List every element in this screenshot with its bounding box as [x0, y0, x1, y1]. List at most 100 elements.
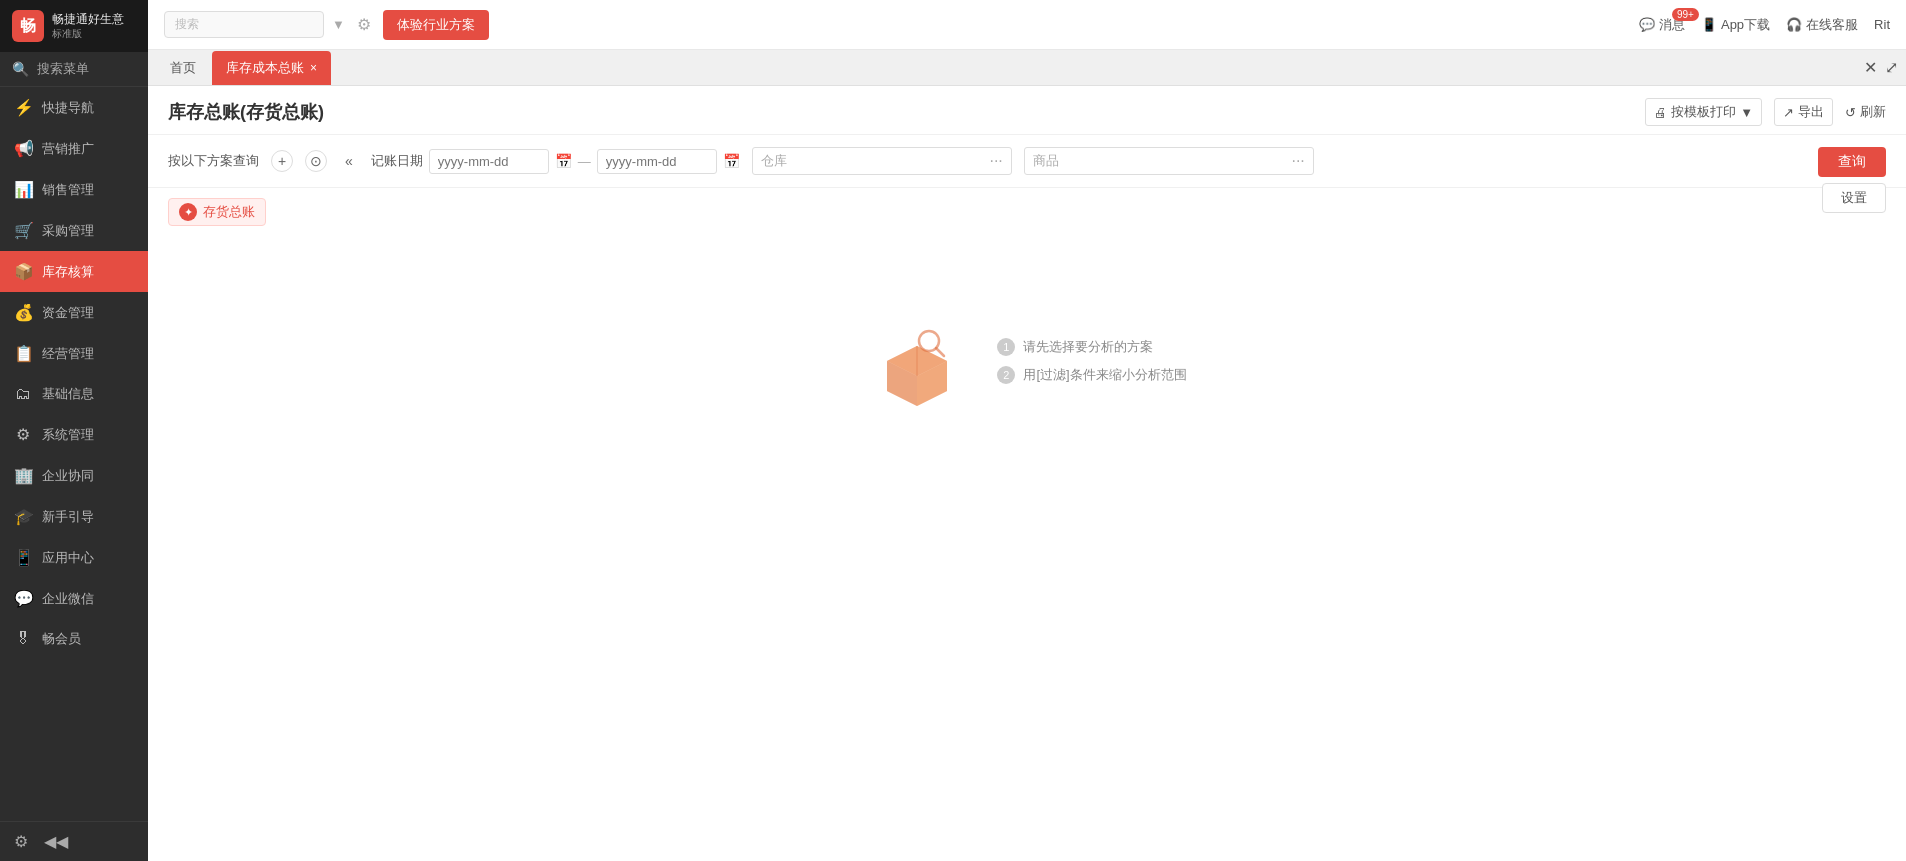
wechat-icon: 💬: [14, 589, 32, 608]
page-header: 库存总账(存货总账) 🖨 按模板打印 ▼ ↗ 导出 ↺ 刷新: [148, 86, 1906, 135]
empty-illustration: [867, 316, 967, 416]
export-label: 导出: [1798, 103, 1824, 121]
app-download-label: App下载: [1721, 16, 1770, 34]
empty-box-svg: [867, 316, 967, 416]
refresh-button[interactable]: ↺ 刷新: [1845, 103, 1886, 121]
sidebar-item-wechat[interactable]: 💬 企业微信: [0, 578, 148, 619]
logo-icon: 畅: [12, 10, 44, 42]
tab-home-label: 首页: [170, 59, 196, 77]
sidebar-item-quick-nav[interactable]: ⚡ 快捷导航: [0, 87, 148, 128]
phone-icon: 📱: [1701, 17, 1717, 32]
date-end-input[interactable]: [597, 149, 717, 174]
sidebar-collapse-icon[interactable]: ◀◀: [44, 832, 68, 851]
newbie-icon: 🎓: [14, 507, 32, 526]
tab-close-icon[interactable]: ×: [310, 61, 317, 75]
app-name: 畅捷通好生意: [52, 11, 124, 28]
sidebar-item-basic[interactable]: 🗂 基础信息: [0, 374, 148, 414]
product-label: 商品: [1033, 152, 1059, 170]
scheme-item[interactable]: ✦ 存货总账: [168, 198, 266, 226]
inventory-label: 库存核算: [42, 263, 94, 281]
date-filter-group: 记账日期 📅 — 📅: [371, 149, 740, 174]
finance-label: 资金管理: [42, 304, 94, 322]
topbar-online-service[interactable]: 🎧 在线客服: [1786, 16, 1858, 34]
topbar-search-area: 搜索 ▼ ⚙ 体验行业方案: [164, 10, 1639, 40]
tabbar: 首页 库存成本总账 × ✕ ⤢: [148, 50, 1906, 86]
scheme-icon: ✦: [179, 203, 197, 221]
topbar-dropdown-arrow[interactable]: ▼: [332, 17, 345, 32]
page-title: 库存总账(存货总账): [168, 100, 1645, 124]
calendar-end-icon[interactable]: 📅: [723, 153, 740, 169]
date-start-input[interactable]: [429, 149, 549, 174]
filter-bar: 按以下方案查询 + ⊙ « 记账日期 📅 — 📅 仓库 ··· 商品: [148, 135, 1906, 188]
panel-close-icon[interactable]: ✕: [1864, 58, 1877, 77]
purchase-icon: 🛒: [14, 221, 32, 240]
query-button[interactable]: 查询: [1818, 147, 1886, 177]
headset-icon: 🎧: [1786, 17, 1802, 32]
topbar-message-button[interactable]: 💬 消息 99+: [1639, 16, 1685, 34]
purchase-label: 采购管理: [42, 222, 94, 240]
wechat-label: 企业微信: [42, 590, 94, 608]
panel-resize-icon[interactable]: ⤢: [1885, 58, 1898, 77]
topbar: 搜索 ▼ ⚙ 体验行业方案 💬 消息 99+ 📱 App下载 🎧 在线客服 Ri…: [148, 0, 1906, 50]
export-icon: ↗: [1783, 105, 1794, 120]
scheme-name: 存货总账: [203, 203, 255, 221]
settings-button[interactable]: 设置: [1822, 183, 1886, 213]
topbar-user[interactable]: Rit: [1874, 17, 1890, 32]
topbar-app-download[interactable]: 📱 App下载: [1701, 16, 1770, 34]
sidebar-item-appstore[interactable]: 📱 应用中心: [0, 537, 148, 578]
app-logo: 畅 畅捷通好生意 标准版: [0, 0, 148, 52]
scheme-area: ✦ 存货总账: [148, 188, 1906, 236]
sidebar-search[interactable]: 🔍 搜索菜单: [0, 52, 148, 87]
filter-settings-button[interactable]: ⊙: [305, 150, 327, 172]
warehouse-select[interactable]: 仓库 ···: [752, 147, 1012, 175]
message-icon: 💬: [1639, 17, 1655, 32]
member-label: 畅会员: [42, 630, 81, 648]
search-icon: 🔍: [12, 61, 29, 77]
topbar-settings-icon[interactable]: ⚙: [357, 15, 371, 34]
tab-inventory-ledger[interactable]: 库存成本总账 ×: [212, 51, 331, 85]
sidebar-item-enterprise[interactable]: 🏢 企业协同: [0, 455, 148, 496]
inventory-icon: 📦: [14, 262, 32, 281]
page-header-actions: 🖨 按模板打印 ▼ ↗ 导出 ↺ 刷新: [1645, 98, 1886, 126]
system-icon: ⚙: [14, 425, 32, 444]
quick-nav-icon: ⚡: [14, 98, 32, 117]
warehouse-more-icon: ···: [989, 152, 1002, 170]
appstore-label: 应用中心: [42, 549, 94, 567]
member-icon: 🎖: [14, 630, 32, 648]
tab-home[interactable]: 首页: [156, 51, 210, 85]
sidebar-item-operation[interactable]: 📋 经营管理: [0, 333, 148, 374]
sidebar-item-purchase[interactable]: 🛒 采购管理: [0, 210, 148, 251]
empty-state-inner: 1 请先选择要分析的方案 2 用[过滤]条件来缩小分析范围: [867, 316, 1186, 416]
sidebar: 畅 畅捷通好生意 标准版 🔍 搜索菜单 ⚡ 快捷导航 📢 营销推广 📊 销售管理…: [0, 0, 148, 861]
sidebar-item-newbie[interactable]: 🎓 新手引导: [0, 496, 148, 537]
filter-label: 按以下方案查询: [168, 152, 259, 170]
sidebar-footer: ⚙ ◀◀: [0, 821, 148, 861]
calendar-start-icon[interactable]: 📅: [555, 153, 572, 169]
finance-icon: 💰: [14, 303, 32, 322]
product-more-icon: ···: [1291, 152, 1304, 170]
warehouse-label: 仓库: [761, 152, 787, 170]
sales-label: 销售管理: [42, 181, 94, 199]
sidebar-item-system[interactable]: ⚙ 系统管理: [0, 414, 148, 455]
print-icon: 🖨: [1654, 105, 1667, 120]
sidebar-item-finance[interactable]: 💰 资金管理: [0, 292, 148, 333]
sidebar-item-inventory[interactable]: 📦 库存核算: [0, 251, 148, 292]
basic-label: 基础信息: [42, 385, 94, 403]
hint-text-1: 请先选择要分析的方案: [1023, 338, 1153, 356]
sidebar-item-sales[interactable]: 📊 销售管理: [0, 169, 148, 210]
filter-collapse-button[interactable]: «: [339, 151, 359, 171]
enterprise-label: 企业协同: [42, 467, 94, 485]
print-button[interactable]: 🖨 按模板打印 ▼: [1645, 98, 1762, 126]
sidebar-gear-icon[interactable]: ⚙: [14, 832, 28, 851]
export-button[interactable]: ↗ 导出: [1774, 98, 1833, 126]
enterprise-icon: 🏢: [14, 466, 32, 485]
industry-solution-button[interactable]: 体验行业方案: [383, 10, 489, 40]
filter-add-button[interactable]: +: [271, 150, 293, 172]
topbar-search-box[interactable]: 搜索: [164, 11, 324, 38]
refresh-label: 刷新: [1860, 103, 1886, 121]
sidebar-item-marketing[interactable]: 📢 营销推广: [0, 128, 148, 169]
empty-state: 1 请先选择要分析的方案 2 用[过滤]条件来缩小分析范围: [148, 236, 1906, 496]
product-select[interactable]: 商品 ···: [1024, 147, 1314, 175]
date-separator: —: [578, 154, 591, 169]
sidebar-item-member[interactable]: 🎖 畅会员: [0, 619, 148, 659]
